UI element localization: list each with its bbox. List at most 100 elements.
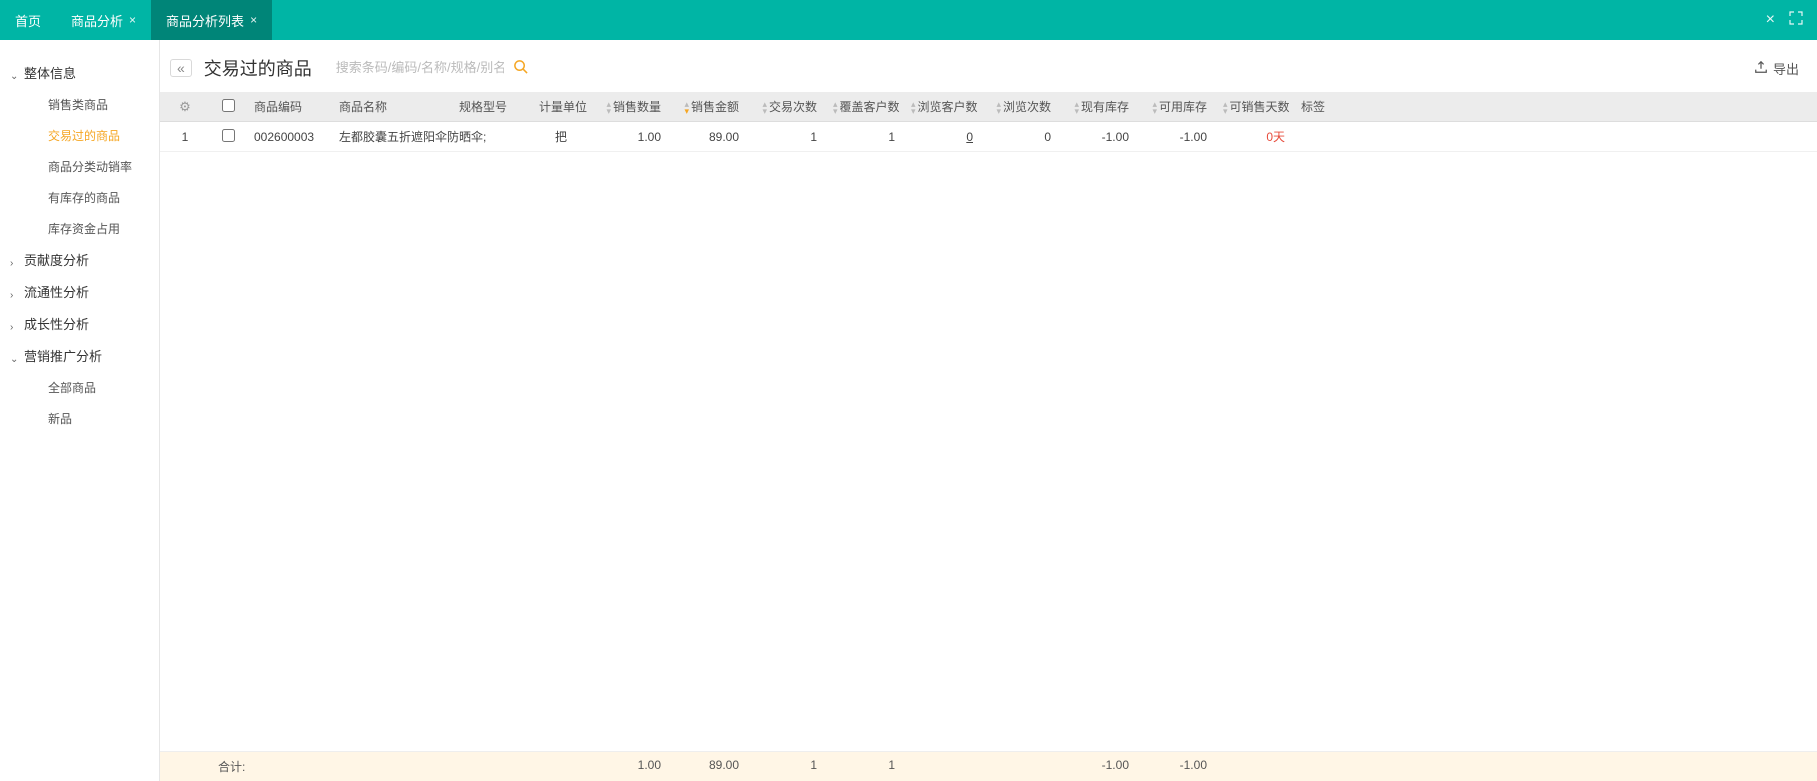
cell-browse: 0 [981,122,1059,152]
sort-icon: ▴▾ [684,101,689,115]
cell-tx: 1 [747,122,825,152]
footer-avail: -1.00 [1137,752,1215,781]
collapse-sidebar-button[interactable]: « [170,59,192,77]
nav-group-contribution[interactable]: › 贡献度分析 [0,245,159,277]
sort-icon: ▴▾ [911,101,916,115]
cell-browse-cust[interactable]: 0 [903,122,981,152]
tab-label: 商品分析列表 [166,11,244,30]
table-row[interactable]: 1 002600003 左都胶囊五折遮阳伞防晒伞; 把 1.00 89.00 1… [160,122,1817,152]
close-icon[interactable]: × [250,13,257,27]
chevron-right-icon: › [10,254,13,274]
export-label: 导出 [1773,59,1799,78]
footer-tx: 1 [747,752,825,781]
cell-qty: 1.00 [591,122,669,152]
export-button[interactable]: 导出 [1754,59,1799,78]
tab-bar-actions: × [1766,0,1817,40]
cell-checkbox[interactable] [210,122,246,152]
col-browse[interactable]: ▴▾浏览次数 [981,92,1059,122]
page-title: 交易过的商品 [204,55,312,81]
gear-icon[interactable]: ⚙ [179,99,191,114]
nav-group-label: 整体信息 [24,66,76,81]
col-unit[interactable]: 计量单位 [531,92,591,122]
cell-unit: 把 [531,122,591,152]
col-days[interactable]: ▴▾可销售天数 [1215,92,1293,122]
nav-item-traded-products[interactable]: 交易过的商品 [0,121,159,152]
nav-group-label: 成长性分析 [24,317,89,332]
cell-stock: -1.00 [1059,122,1137,152]
col-qty[interactable]: ▴▾销售数量 [591,92,669,122]
select-all-checkbox[interactable] [222,99,235,112]
close-icon[interactable]: × [129,13,136,27]
chevron-right-icon: › [10,286,13,306]
cell-name: 左都胶囊五折遮阳伞防晒伞; [331,122,451,152]
main-content: « 交易过的商品 导出 [160,40,1817,781]
table-wrap: ⚙ 商品编码 商品名称 规格型号 计量单位 ▴▾销售数量 ▴▾销售金额 ▴▾交易… [160,92,1817,751]
sort-icon: ▴▾ [606,101,611,115]
nav-item-new-products[interactable]: 新品 [0,404,159,435]
nav-item-in-stock[interactable]: 有库存的商品 [0,183,159,214]
row-checkbox[interactable] [222,129,235,142]
chevron-down-icon: ⌄ [10,67,18,87]
nav-group-label: 流通性分析 [24,285,89,300]
cell-days: 0天 [1215,122,1293,152]
nav-group-growth[interactable]: › 成长性分析 [0,309,159,341]
footer-browse-cust [903,752,981,781]
col-tag[interactable]: 标签 [1293,92,1817,122]
sort-icon: ▴▾ [996,101,1001,115]
table-footer: 合计: 1.00 89.00 1 1 -1.00 -1.00 [160,751,1817,781]
chevron-right-icon: › [10,318,13,338]
tab-label: 商品分析 [71,11,123,30]
col-browse-cust[interactable]: ▴▾浏览客户数 [903,92,981,122]
col-select-all[interactable] [210,92,246,122]
col-stock[interactable]: ▴▾现有库存 [1059,92,1137,122]
fullscreen-icon[interactable] [1789,11,1803,30]
search-input[interactable] [332,54,532,82]
chevron-down-icon: ⌄ [10,350,18,370]
nav-group-overall[interactable]: ⌄ 整体信息 [0,58,159,90]
data-table: ⚙ 商品编码 商品名称 规格型号 计量单位 ▴▾销售数量 ▴▾销售金额 ▴▾交易… [160,92,1817,152]
col-tx[interactable]: ▴▾交易次数 [747,92,825,122]
col-amount[interactable]: ▴▾销售金额 [669,92,747,122]
cell-tag [1293,122,1817,152]
footer-label: 合计: [210,752,246,781]
col-name[interactable]: 商品名称 [331,92,451,122]
sort-icon: ▴▾ [833,101,838,115]
col-settings[interactable]: ⚙ [160,92,210,122]
footer-qty: 1.00 [591,752,669,781]
search-wrap [332,54,532,82]
cell-amount: 89.00 [669,122,747,152]
sort-icon: ▴▾ [1152,101,1157,115]
search-icon[interactable] [513,59,528,78]
col-cust[interactable]: ▴▾覆盖客户数 [825,92,903,122]
tab-home[interactable]: 首页 [0,0,56,40]
cell-cust: 1 [825,122,903,152]
nav-item-category-rate[interactable]: 商品分类动销率 [0,152,159,183]
sort-icon: ▴▾ [762,101,767,115]
nav-group-marketing[interactable]: ⌄ 营销推广分析 [0,341,159,373]
tab-bar: 首页 商品分析 × 商品分析列表 × × [0,0,1817,40]
col-avail[interactable]: ▴▾可用库存 [1137,92,1215,122]
nav-group-label: 贡献度分析 [24,253,89,268]
footer-stock: -1.00 [1059,752,1137,781]
footer-days [1215,752,1293,781]
export-icon [1754,60,1768,77]
nav-item-sales-products[interactable]: 销售类商品 [0,90,159,121]
footer-cust: 1 [825,752,903,781]
col-spec[interactable]: 规格型号 [451,92,531,122]
sort-icon: ▴▾ [1074,101,1079,115]
tab-product-analysis-list[interactable]: 商品分析列表 × [151,0,272,40]
nav-group-liquidity[interactable]: › 流通性分析 [0,277,159,309]
nav-item-all-products[interactable]: 全部商品 [0,373,159,404]
sort-icon: ▴▾ [1223,101,1228,115]
cell-index: 1 [160,122,210,152]
sidebar: ⌄ 整体信息 销售类商品 交易过的商品 商品分类动销率 有库存的商品 库存资金占… [0,40,160,781]
nav-group-label: 营销推广分析 [24,349,102,364]
nav-item-stock-capital[interactable]: 库存资金占用 [0,214,159,245]
footer-amount: 89.00 [669,752,747,781]
topbar: « 交易过的商品 导出 [160,40,1817,92]
footer-browse [981,752,1059,781]
col-code[interactable]: 商品编码 [246,92,331,122]
tab-label: 首页 [15,11,41,30]
tab-product-analysis[interactable]: 商品分析 × [56,0,151,40]
close-all-icon[interactable]: × [1766,11,1775,29]
